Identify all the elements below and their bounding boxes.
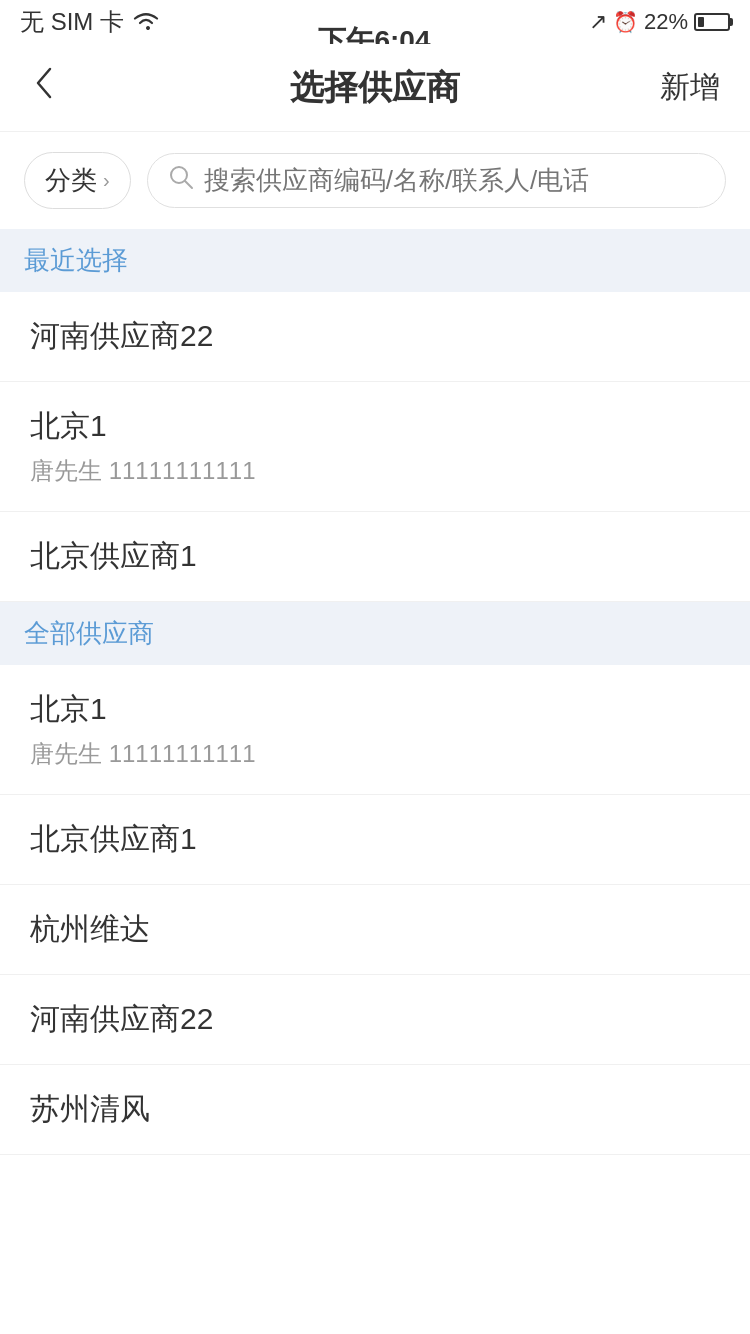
recent-section-header: 最近选择 (0, 229, 750, 292)
item-name: 北京1 (30, 689, 720, 730)
page-title: 选择供应商 (290, 65, 460, 111)
svg-line-1 (185, 181, 192, 188)
item-name: 北京1 (30, 406, 720, 447)
list-item[interactable]: 北京1 唐先生 11111111111 (0, 665, 750, 795)
wifi-icon (132, 12, 160, 32)
status-left: 无 SIM 卡 (20, 6, 160, 38)
search-box (147, 153, 726, 208)
list-item[interactable]: 北京1 唐先生 11111111111 (0, 382, 750, 512)
item-name: 苏州清风 (30, 1089, 720, 1130)
alarm-icon: ⏰ (613, 10, 638, 34)
battery-icon (694, 13, 730, 31)
all-suppliers-list: 北京1 唐先生 11111111111 北京供应商1 杭州维达 河南供应商22 … (0, 665, 750, 1155)
search-icon (168, 164, 194, 197)
filter-bar: 分类 › (0, 132, 750, 229)
battery-percent: 22% (644, 9, 688, 35)
item-name: 北京供应商1 (30, 536, 720, 577)
status-right: ↗ ⏰ 22% (589, 9, 730, 35)
item-name: 河南供应商22 (30, 316, 720, 357)
item-sub: 唐先生 11111111111 (30, 455, 720, 487)
no-sim-text: 无 SIM 卡 (20, 6, 124, 38)
recent-list: 河南供应商22 北京1 唐先生 11111111111 北京供应商1 (0, 292, 750, 602)
item-sub: 唐先生 11111111111 (30, 738, 720, 770)
item-name: 河南供应商22 (30, 999, 720, 1040)
list-item[interactable]: 苏州清风 (0, 1065, 750, 1155)
status-bar: 无 SIM 卡 下午6:04 ↗ ⏰ 22% (0, 0, 750, 44)
all-section-header: 全部供应商 (0, 602, 750, 665)
add-button[interactable]: 新增 (660, 67, 720, 108)
list-item[interactable]: 北京供应商1 (0, 512, 750, 602)
back-button[interactable] (30, 61, 90, 114)
item-name: 杭州维达 (30, 909, 720, 950)
location-icon: ↗ (589, 9, 607, 35)
item-name: 北京供应商1 (30, 819, 720, 860)
nav-bar: 选择供应商 新增 (0, 44, 750, 132)
category-label: 分类 (45, 163, 97, 198)
list-item[interactable]: 河南供应商22 (0, 292, 750, 382)
chevron-right-icon: › (103, 169, 110, 192)
list-item[interactable]: 河南供应商22 (0, 975, 750, 1065)
search-input[interactable] (204, 165, 705, 196)
list-item[interactable]: 北京供应商1 (0, 795, 750, 885)
category-filter-button[interactable]: 分类 › (24, 152, 131, 209)
list-item[interactable]: 杭州维达 (0, 885, 750, 975)
